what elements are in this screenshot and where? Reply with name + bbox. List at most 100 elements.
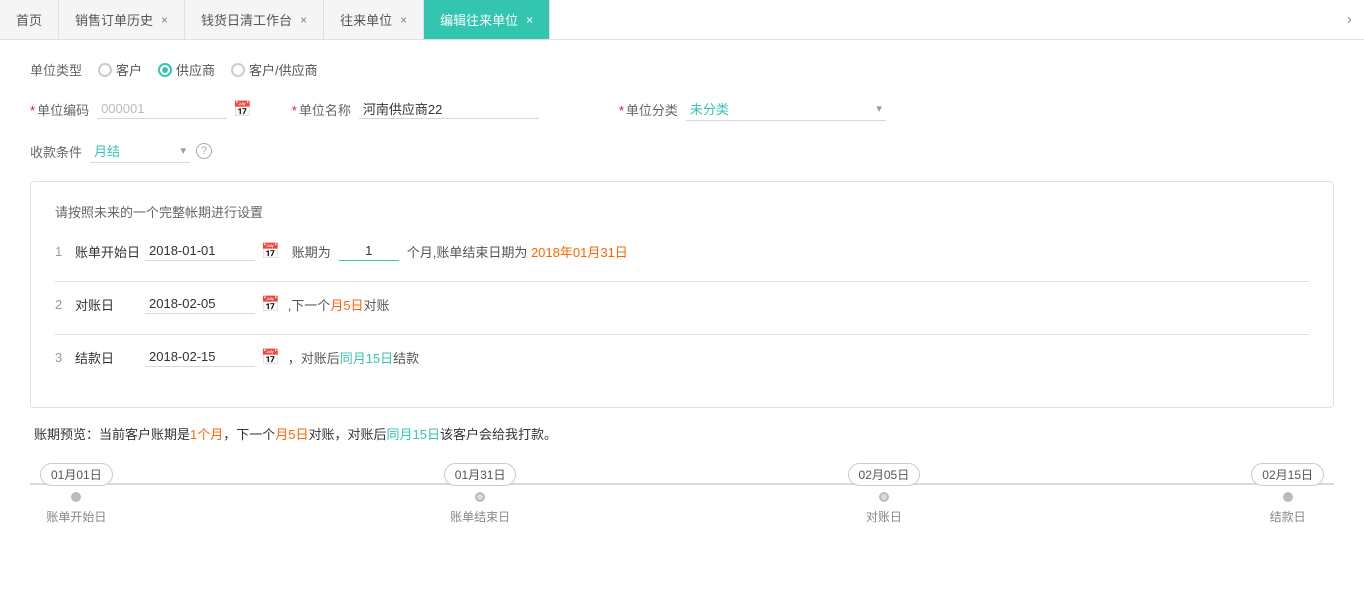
timeline-point-3: 02月15日 结款日 (1251, 463, 1324, 525)
period-label-2: 对账日 (75, 295, 145, 314)
unit-category-arrow: ▾ (876, 102, 882, 115)
period-row3-teal: 同月15日 (340, 351, 393, 366)
period-row1-suffix: 个月,账单结束日期为 2018年01月31日 (407, 242, 628, 261)
period-row1-prefix: 账期为 (292, 245, 331, 260)
tab-sales-history-close[interactable]: × (161, 13, 168, 27)
period-row2-prefix: ,下一个 (288, 298, 331, 313)
payment-terms-arrow: ▾ (180, 144, 186, 157)
period-row-1: 1 账单开始日 📅 账期为 个月,账单结束日期为 2018年01月31日 (55, 241, 1309, 261)
timeline-dot-1 (475, 492, 485, 502)
period-row3-desc: ，对账后同月15日结款 (288, 348, 420, 367)
payment-terms-help[interactable]: ? (196, 143, 212, 159)
timeline-point-1: 01月31日 账单结束日 (444, 463, 517, 525)
period-end-date-highlight: 2018年01月31日 (531, 245, 628, 260)
tab-more-button[interactable]: › (1335, 0, 1364, 39)
timeline-dot-2 (879, 492, 889, 502)
unit-category-select[interactable]: 未分类 ▾ (686, 97, 886, 121)
tab-edit-partner-close[interactable]: × (526, 13, 533, 27)
unit-code-label: *单位编码 (30, 100, 89, 119)
period-num-2: 2 (55, 297, 75, 312)
period-label-3: 结款日 (75, 348, 145, 367)
preview-suffix: 该客户会给我打款。 (440, 427, 557, 442)
preview-text: 账期预览：当前客户账期是1个月，下一个月5日对账，对账后同月15日该客户会给我打… (30, 424, 1334, 443)
unit-category-label: *单位分类 (619, 100, 678, 119)
radio-supplier-label: 供应商 (176, 60, 215, 79)
unit-category-group: *单位分类 未分类 ▾ (619, 97, 886, 121)
unit-name-label: *单位名称 (292, 100, 351, 119)
period-reconcile-calendar-icon[interactable]: 📅 (261, 295, 280, 313)
radio-both-circle (231, 63, 245, 77)
period-start-calendar-icon[interactable]: 📅 (261, 242, 280, 260)
period-reconcile-date-input[interactable] (145, 294, 255, 314)
radio-supplier[interactable]: 供应商 (158, 60, 215, 79)
payment-terms-select[interactable]: 月结 ▾ (90, 139, 190, 163)
tab-home-label: 首页 (16, 10, 42, 29)
timeline-label-top-1: 01月31日 (444, 463, 517, 486)
timeline-wrapper: 01月01日 账单开始日 01月31日 账单结束日 02月05日 对账日 02月… (30, 463, 1334, 525)
period-row3-prefix: ，对账后 (288, 351, 340, 366)
period-num-3: 3 (55, 350, 75, 365)
unit-type-radio-group: 客户 供应商 客户/供应商 (98, 60, 318, 79)
tab-bar: 首页 销售订单历史 × 钱货日清工作台 × 往来单位 × 编辑往来单位 × › (0, 0, 1364, 40)
radio-customer-circle (98, 63, 112, 77)
unit-type-row: 单位类型 客户 供应商 客户/供应商 (30, 60, 1334, 79)
preview-part3: 同月15日 (387, 427, 440, 442)
unit-name-group: *单位名称 (292, 99, 539, 119)
period-row1-desc: 账期为 (292, 242, 331, 261)
timeline-label-top-3: 02月15日 (1251, 463, 1324, 486)
tab-partner[interactable]: 往来单位 × (324, 0, 424, 39)
tab-cash-daily-label: 钱货日清工作台 (201, 10, 292, 29)
timeline-label-bottom-3: 结款日 (1270, 508, 1306, 525)
unit-code-group: *单位编码 📅 (30, 99, 252, 119)
payment-terms-row: 收款条件 月结 ▾ ? (30, 139, 1334, 163)
unit-code-icon[interactable]: 📅 (233, 100, 252, 118)
payment-terms-value: 月结 (94, 141, 176, 160)
unit-type-label: 单位类型 (30, 60, 82, 79)
tab-home[interactable]: 首页 (0, 0, 59, 39)
timeline-points: 01月01日 账单开始日 01月31日 账单结束日 02月05日 对账日 02月… (40, 463, 1324, 525)
unit-name-input[interactable] (359, 99, 539, 119)
radio-both[interactable]: 客户/供应商 (231, 60, 318, 79)
period-row2-suffix: 对账 (364, 298, 390, 313)
tab-partner-close[interactable]: × (400, 13, 407, 27)
preview-part1: 1个月 (190, 427, 223, 442)
timeline-dot-0 (71, 492, 81, 502)
radio-customer-label: 客户 (116, 60, 142, 79)
tab-sales-history-label: 销售订单历史 (75, 10, 153, 29)
period-box-title: 请按照未来的一个完整帐期进行设置 (55, 202, 1309, 221)
timeline-label-bottom-0: 账单开始日 (46, 508, 106, 525)
period-months-input[interactable] (339, 241, 399, 261)
tab-edit-partner-label: 编辑往来单位 (440, 10, 518, 29)
timeline-dot-3 (1283, 492, 1293, 502)
preview-sep1: ，下一个 (223, 427, 275, 442)
payment-terms-label: 收款条件 (30, 142, 82, 161)
period-row2-orange: 月5日 (330, 298, 363, 313)
period-row-3: 3 结款日 📅 ，对账后同月15日结款 (55, 347, 1309, 367)
tab-edit-partner[interactable]: 编辑往来单位 × (424, 0, 550, 39)
period-divider-2 (55, 334, 1309, 335)
period-num-1: 1 (55, 244, 75, 259)
period-months-suffix: 个月,账单结束日期为 (407, 245, 528, 260)
preview-part2: 月5日 (275, 427, 308, 442)
timeline-label-top-0: 01月01日 (40, 463, 113, 486)
period-row-2: 2 对账日 📅 ,下一个月5日对账 (55, 294, 1309, 314)
payment-terms-group: 收款条件 月结 ▾ ? (30, 139, 212, 163)
timeline-label-bottom-1: 账单结束日 (450, 508, 510, 525)
tab-cash-daily[interactable]: 钱货日清工作台 × (185, 0, 324, 39)
tab-cash-daily-close[interactable]: × (300, 13, 307, 27)
unit-code-input[interactable] (97, 99, 227, 119)
period-row2-desc: ,下一个月5日对账 (288, 295, 390, 314)
radio-both-label: 客户/供应商 (249, 60, 318, 79)
period-divider-1 (55, 281, 1309, 282)
period-payment-calendar-icon[interactable]: 📅 (261, 348, 280, 366)
period-label-1: 账单开始日 (75, 242, 145, 261)
period-start-date-input[interactable] (145, 241, 255, 261)
timeline-point-2: 02月05日 对账日 (848, 463, 921, 525)
period-payment-date-input[interactable] (145, 347, 255, 367)
radio-customer[interactable]: 客户 (98, 60, 142, 79)
period-row3-suffix: 结款 (393, 351, 419, 366)
tab-sales-history[interactable]: 销售订单历史 × (59, 0, 185, 39)
timeline-point-0: 01月01日 账单开始日 (40, 463, 113, 525)
unit-category-value: 未分类 (690, 99, 872, 118)
timeline-label-top-2: 02月05日 (848, 463, 921, 486)
